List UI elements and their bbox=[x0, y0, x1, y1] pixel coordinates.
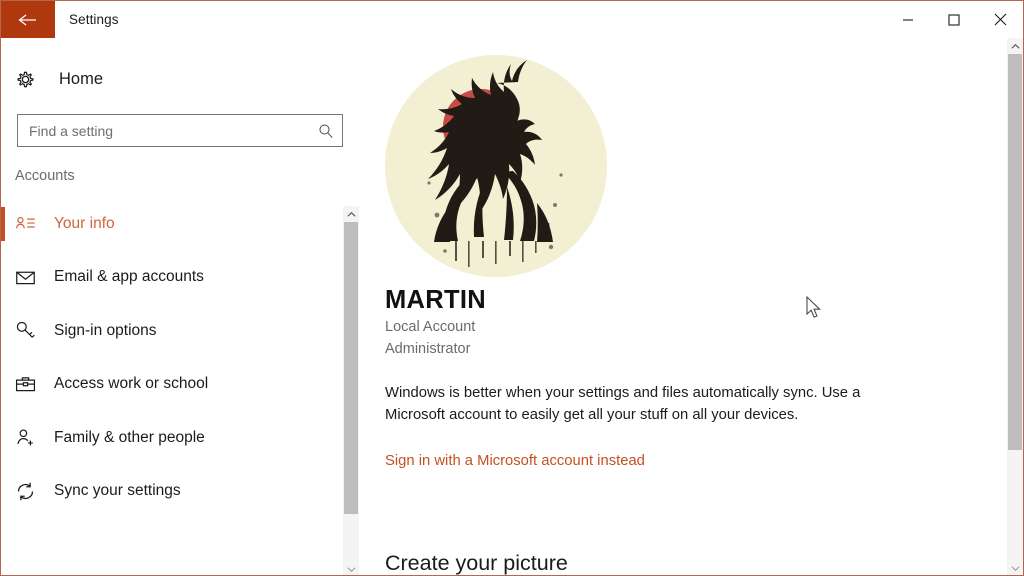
chevron-down-icon bbox=[347, 560, 356, 575]
profile-picture[interactable] bbox=[385, 55, 607, 277]
sidebar-item-label: Sign-in options bbox=[54, 321, 157, 339]
contact-card-icon bbox=[15, 213, 41, 234]
window-title: Settings bbox=[69, 12, 119, 27]
sidebar-scroll-up-button[interactable] bbox=[343, 206, 359, 222]
sync-icon bbox=[15, 481, 41, 502]
maximize-icon bbox=[948, 13, 960, 26]
account-role: Administrator bbox=[385, 341, 471, 357]
sidebar-item-sign-in-options[interactable]: Sign-in options bbox=[1, 304, 339, 358]
sidebar-home-label: Home bbox=[59, 69, 104, 88]
sidebar-item-your-info[interactable]: Your info bbox=[1, 197, 339, 251]
minimize-icon bbox=[902, 14, 914, 26]
sidebar-item-email-app-accounts[interactable]: Email & app accounts bbox=[1, 251, 339, 305]
chevron-up-icon bbox=[347, 205, 356, 223]
key-icon bbox=[15, 320, 41, 341]
settings-window: Settings Home Find a setting Accounts Yo… bbox=[0, 0, 1024, 576]
create-your-picture-heading: Create your picture bbox=[385, 551, 568, 575]
selection-indicator bbox=[1, 368, 5, 402]
sidebar-item-family-other-people[interactable]: Family & other people bbox=[1, 411, 339, 465]
arrow-left-icon bbox=[17, 12, 39, 28]
envelope-icon bbox=[15, 267, 41, 288]
close-button[interactable] bbox=[977, 1, 1023, 38]
sign-in-microsoft-account-link[interactable]: Sign in with a Microsoft account instead bbox=[385, 453, 645, 469]
main-content: MARTIN Local Account Administrator Windo… bbox=[360, 38, 1007, 575]
sidebar-item-label: Email & app accounts bbox=[54, 268, 204, 286]
briefcase-icon bbox=[15, 374, 41, 395]
sidebar-item-home[interactable]: Home bbox=[15, 59, 339, 99]
selection-indicator bbox=[1, 207, 5, 241]
window-controls bbox=[885, 1, 1023, 38]
chevron-down-icon bbox=[1011, 559, 1020, 575]
maximize-button[interactable] bbox=[931, 1, 977, 38]
sidebar-category-label: Accounts bbox=[15, 168, 75, 184]
main-scroll-up-button[interactable] bbox=[1007, 38, 1023, 54]
sync-description: Windows is better when your settings and… bbox=[385, 385, 861, 423]
gear-icon bbox=[15, 69, 43, 90]
avatar-artwork bbox=[385, 55, 607, 277]
selection-indicator bbox=[1, 475, 5, 509]
search-icon[interactable] bbox=[310, 115, 342, 146]
main-scroll-thumb[interactable] bbox=[1008, 54, 1022, 450]
back-button[interactable] bbox=[1, 1, 55, 38]
title-bar: Settings bbox=[1, 1, 1023, 38]
minimize-button[interactable] bbox=[885, 1, 931, 38]
user-name: MARTIN bbox=[385, 286, 486, 314]
account-type: Local Account bbox=[385, 319, 476, 335]
sidebar-item-label: Sync your settings bbox=[54, 482, 181, 500]
close-icon bbox=[994, 13, 1007, 26]
search-box[interactable] bbox=[17, 114, 343, 147]
chevron-up-icon bbox=[1011, 37, 1020, 55]
sidebar-nav-list: Your info Email & app accounts Sign-in o… bbox=[1, 197, 339, 518]
sidebar-item-access-work-or-school[interactable]: Access work or school bbox=[1, 358, 339, 412]
selection-indicator bbox=[1, 314, 5, 348]
sidebar-item-label: Your info bbox=[54, 214, 115, 232]
sidebar-item-label: Family & other people bbox=[54, 428, 205, 446]
main-scrollbar[interactable] bbox=[1007, 38, 1023, 575]
main-scroll-down-button[interactable] bbox=[1007, 559, 1023, 575]
sidebar-item-label: Access work or school bbox=[54, 375, 209, 393]
sidebar-scroll-down-button[interactable] bbox=[343, 560, 359, 575]
selection-indicator bbox=[1, 261, 5, 295]
sidebar: Home Accounts bbox=[1, 38, 343, 575]
person-add-icon bbox=[15, 427, 41, 448]
sidebar-item-sync-your-settings[interactable]: Sync your settings bbox=[1, 465, 339, 519]
search-input[interactable] bbox=[18, 115, 310, 146]
main-scroll-track[interactable] bbox=[1007, 54, 1023, 560]
sidebar-scroll-track[interactable] bbox=[343, 222, 359, 561]
sidebar-scroll-thumb[interactable] bbox=[344, 222, 358, 514]
sidebar-scrollbar[interactable] bbox=[343, 206, 359, 575]
selection-indicator bbox=[1, 421, 5, 455]
